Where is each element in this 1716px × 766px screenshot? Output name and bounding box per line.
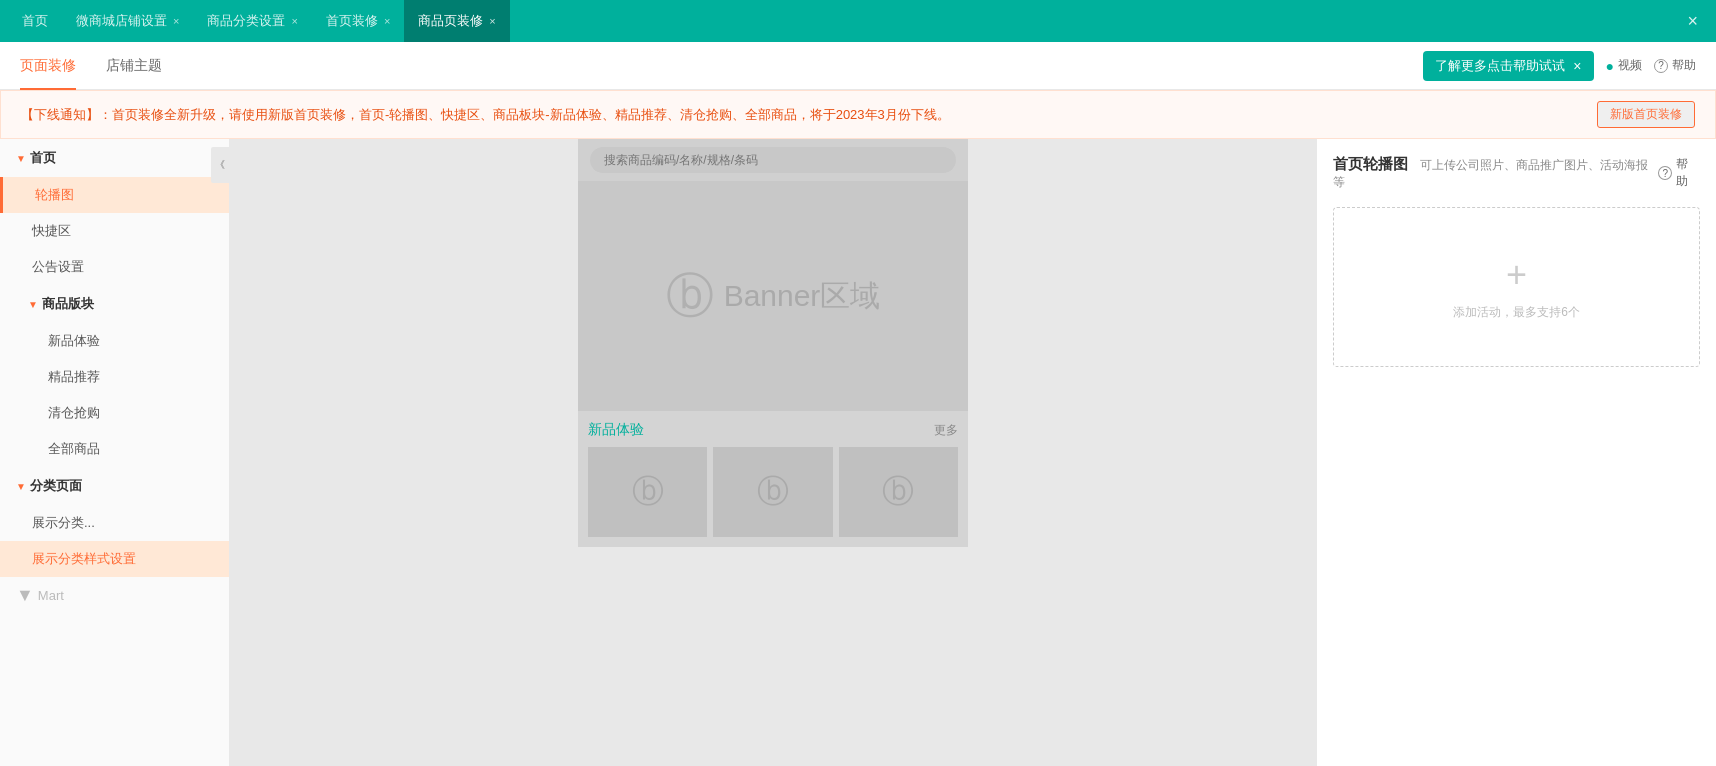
sidebar-item-featured[interactable]: 精品推荐 [0,359,229,395]
product-logo-1: ⓑ [632,470,664,514]
sidebar-item-all-products[interactable]: 全部商品 [0,431,229,467]
category-arrow-icon: ▼ [16,481,26,492]
product-logo-3: ⓑ [882,470,914,514]
sub-tabs: 页面装修 店铺主题 [20,42,162,90]
phone-search [578,139,968,181]
close-store-settings-icon[interactable]: × [173,15,179,27]
product-card-2: ⓑ [713,447,832,537]
phone-preview: ⓑ Banner区域 [578,139,968,547]
close-product-decor-icon[interactable]: × [489,15,495,27]
sub-tab-right: 了解更多点击帮助试试 × ● 视频 ? 帮助 [1423,51,1696,81]
sidebar: 《 ▼ 首页 轮播图 快捷区 公告设置 ▼ 商品版块 新品体验 [0,139,230,766]
tab-home[interactable]: 首页 [8,0,62,42]
sidebar-item-shortcuts[interactable]: 快捷区 [0,213,229,249]
sidebar-item-banner[interactable]: 轮播图 [0,177,229,213]
help-banner: 了解更多点击帮助试试 × [1423,51,1593,81]
sub-tab-store-theme[interactable]: 店铺主题 [106,42,162,90]
sidebar-parent-category[interactable]: ▼ 分类页面 [0,467,229,505]
product-section-more: 更多 [934,422,958,439]
video-link[interactable]: ● 视频 [1606,57,1642,74]
product-logo-2: ⓑ [757,470,789,514]
close-all-button[interactable]: × [1677,11,1708,32]
right-panel: 首页轮播图 可上传公司照片、商品推广图片、活动海报等 ? 帮助 + 添加活动，最… [1316,139,1716,766]
help-banner-close[interactable]: × [1573,58,1581,74]
sidebar-parent-products[interactable]: ▼ 商品版块 [0,285,229,323]
sidebar-collapse-button[interactable]: 《 [211,147,229,183]
right-panel-help-button[interactable]: ? 帮助 [1658,156,1700,190]
add-activity-text: 添加活动，最多支持6个 [1453,304,1580,321]
tab-bar: 首页 微商城店铺设置 × 商品分类设置 × 首页装修 × 商品页装修 × × [0,0,1716,42]
main-layout: 《 ▼ 首页 轮播图 快捷区 公告设置 ▼ 商品版块 新品体验 [0,139,1716,766]
sidebar-item-clearance[interactable]: 清仓抢购 [0,395,229,431]
sidebar-item-show-category[interactable]: 展示分类... [0,505,229,541]
tab-home-decor[interactable]: 首页装修 × [312,0,404,42]
sidebar-section-home: ▼ 首页 轮播图 快捷区 公告设置 ▼ 商品版块 新品体验 精品推荐 [0,139,229,467]
product-card-3: ⓑ [839,447,958,537]
new-homepage-decor-button[interactable]: 新版首页装修 [1597,101,1695,128]
banner-area: ⓑ Banner区域 [578,181,968,411]
sidebar-mart-label: ▼ Mart [0,577,229,614]
sidebar-item-notice[interactable]: 公告设置 [0,249,229,285]
banner-logo: ⓑ Banner区域 [666,264,881,328]
banner-text-label: Banner区域 [724,276,881,317]
right-panel-title-area: 首页轮播图 可上传公司照片、商品推广图片、活动海报等 [1333,155,1658,191]
products-arrow-icon: ▼ [28,299,38,310]
sidebar-parent-home[interactable]: ▼ 首页 [0,139,229,177]
sidebar-item-category-style[interactable]: 展示分类样式设置 [0,541,229,577]
tab-product-decor[interactable]: 商品页装修 × [404,0,509,42]
center-preview: ⓑ Banner区域 [230,139,1316,766]
product-section-title: 新品体验 [588,421,644,439]
notice-text: 【下线通知】：首页装修全新升级，请使用新版首页装修，首页-轮播图、快捷区、商品板… [21,106,950,124]
help-link[interactable]: ? 帮助 [1654,57,1696,74]
sidebar-item-new-exp[interactable]: 新品体验 [0,323,229,359]
right-panel-title: 首页轮播图 [1333,155,1408,172]
notice-bar: 【下线通知】：首页装修全新升级，请使用新版首页装修，首页-轮播图、快捷区、商品板… [0,90,1716,139]
tab-store-settings[interactable]: 微商城店铺设置 × [62,0,193,42]
sub-tab-bar: 页面装修 店铺主题 了解更多点击帮助试试 × ● 视频 ? 帮助 [0,42,1716,90]
close-category-settings-icon[interactable]: × [291,15,297,27]
arrow-icon: ▼ [16,153,26,164]
banner-logo-icon: ⓑ [666,264,714,328]
add-plus-icon: + [1506,254,1527,296]
product-section: 新品体验 更多 ⓑ ⓑ ⓑ [578,411,968,547]
product-grid: ⓑ ⓑ ⓑ [588,447,958,537]
sub-tab-page-decor[interactable]: 页面装修 [20,42,76,90]
tab-category-settings[interactable]: 商品分类设置 × [193,0,311,42]
close-home-decor-icon[interactable]: × [384,15,390,27]
product-card-1: ⓑ [588,447,707,537]
right-panel-header: 首页轮播图 可上传公司照片、商品推广图片、活动海报等 ? 帮助 [1333,155,1700,191]
sidebar-section-category: ▼ 分类页面 展示分类... 展示分类样式设置 [0,467,229,577]
product-section-header: 新品体验 更多 [588,421,958,439]
add-activity-button[interactable]: + 添加活动，最多支持6个 [1333,207,1700,367]
phone-search-input[interactable] [590,147,956,173]
help-circle-icon: ? [1658,166,1672,180]
